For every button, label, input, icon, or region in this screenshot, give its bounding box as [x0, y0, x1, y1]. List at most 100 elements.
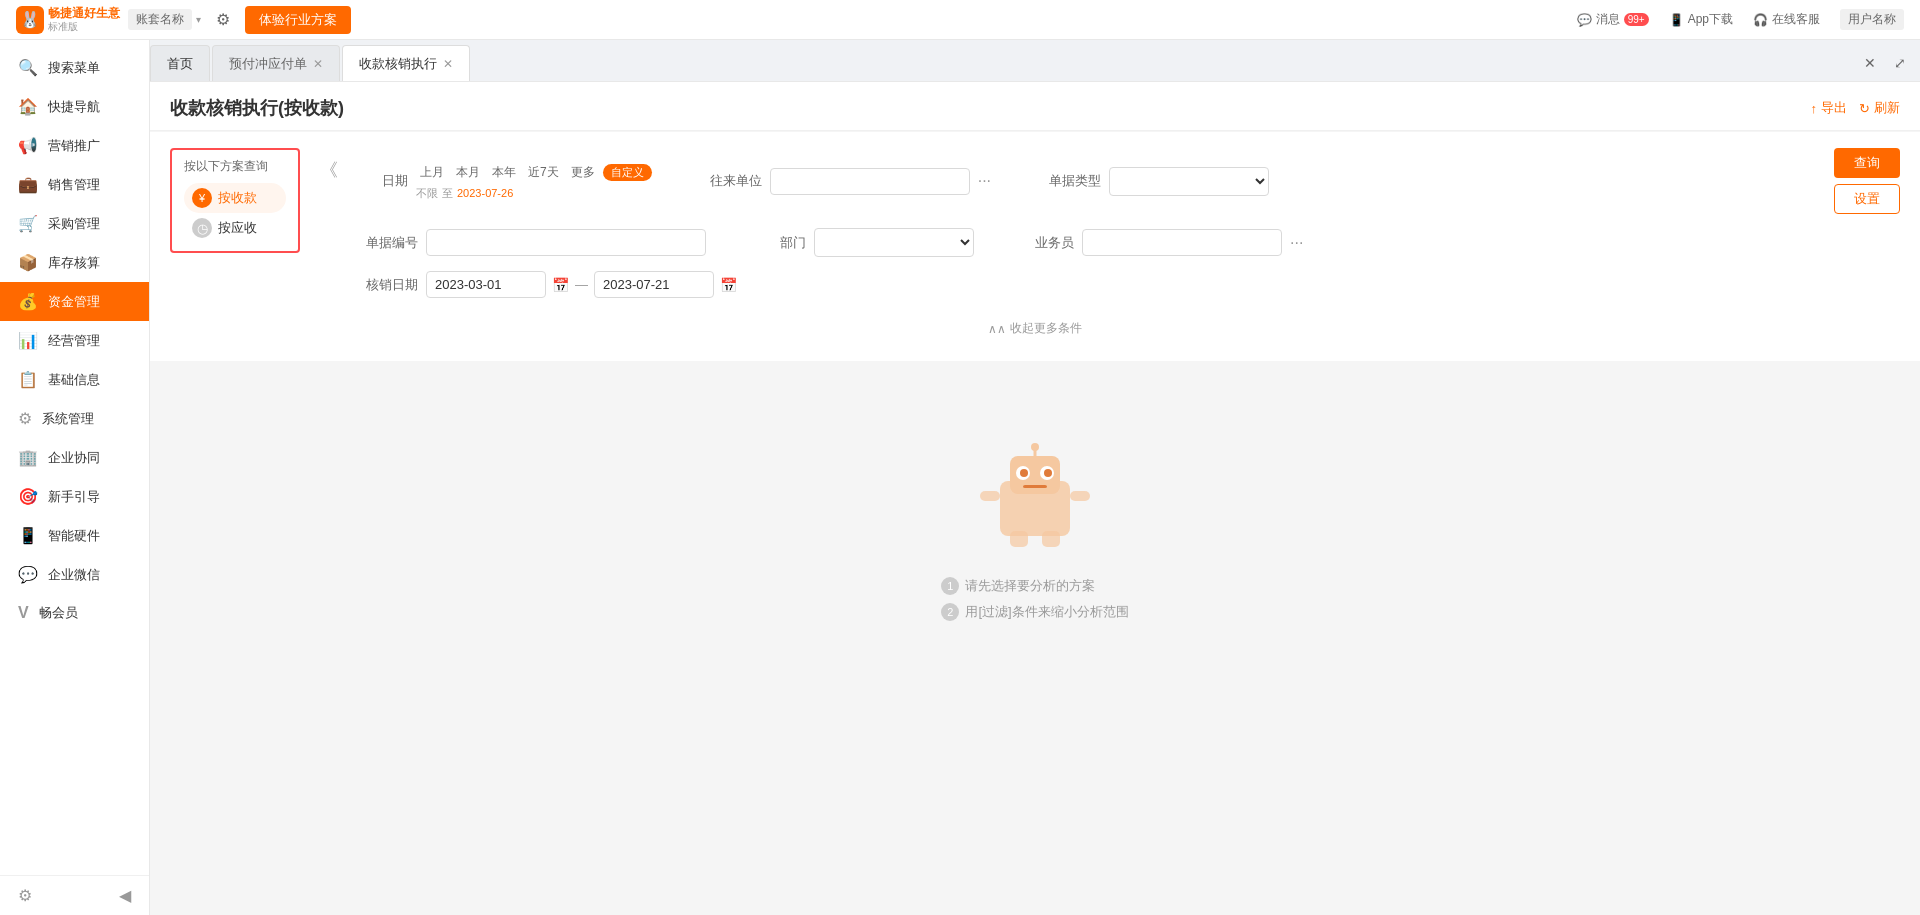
svg-point-4	[1020, 469, 1028, 477]
header-left: 🐰 畅捷通好生意 标准版 账套名称 ▾ ⚙ 体验行业方案	[16, 6, 351, 34]
bill-number-label: 单据编号	[358, 234, 418, 252]
gear-button[interactable]: ⚙	[209, 6, 237, 34]
footer-settings-icon[interactable]: ⚙	[18, 886, 32, 905]
sidebar-item-marketing[interactable]: 📢 营销推广	[0, 126, 149, 165]
collapse-more-icon: ∧∧	[988, 322, 1006, 336]
tab-prepay-label: 预付冲应付单	[229, 55, 307, 73]
verify-date-start-input[interactable]	[426, 271, 546, 298]
sidebar-item-finance[interactable]: 💰 资金管理	[0, 282, 149, 321]
tab-receipt-verify-close[interactable]: ✕	[443, 58, 453, 70]
svg-point-8	[1031, 443, 1039, 451]
sidebar-item-purchase[interactable]: 🛒 采购管理	[0, 204, 149, 243]
date-quick-options: 上月 本月 本年 近7天 更多 自定义	[416, 162, 652, 183]
date-opt-last-month[interactable]: 上月	[416, 162, 448, 183]
sidebar-footer: ⚙ ◀	[0, 875, 149, 915]
date-opt-7days[interactable]: 近7天	[524, 162, 563, 183]
export-button[interactable]: ↑ 导出	[1811, 99, 1848, 117]
sidebar-item-sales[interactable]: 💼 销售管理	[0, 165, 149, 204]
basic-info-icon: 📋	[18, 370, 38, 389]
page-title: 收款核销执行(按收款)	[170, 96, 344, 120]
query-button[interactable]: 查询	[1834, 148, 1900, 178]
purchase-icon: 🛒	[18, 214, 38, 233]
empty-hint-2: 2 用[过滤]条件来缩小分析范围	[941, 603, 1128, 621]
system-icon: ⚙	[18, 409, 32, 428]
account-name[interactable]: 账套名称	[128, 9, 192, 30]
bill-type-label: 单据类型	[1041, 172, 1101, 190]
sidebar-item-wechat[interactable]: 💬 企业微信	[0, 555, 149, 594]
bill-type-select[interactable]	[1109, 167, 1269, 196]
tab-receipt-verify[interactable]: 收款核销执行 ✕	[342, 45, 470, 81]
date-opt-this-year[interactable]: 本年	[488, 162, 520, 183]
page-content: 收款核销执行(按收款) ↑ 导出 ↻ 刷新 按以	[150, 82, 1920, 915]
staff-input[interactable]	[1082, 229, 1282, 256]
app-logo: 🐰 畅捷通好生意 标准版	[16, 6, 120, 34]
inventory-icon: 📦	[18, 253, 38, 272]
sidebar-item-search[interactable]: 🔍 搜索菜单	[0, 48, 149, 87]
search-icon: 🔍	[18, 58, 38, 77]
date-unlimit-label: 不限	[416, 186, 438, 201]
verify-date-field: 核销日期 📅 — 📅	[358, 271, 737, 298]
message-action[interactable]: 💬 消息 99+	[1577, 11, 1649, 28]
filter-option-by-receipt[interactable]: ¥ 按收款	[184, 183, 286, 213]
receivable-option-icon: ◷	[192, 218, 212, 238]
sidebar-item-quick-nav[interactable]: 🏠 快捷导航	[0, 87, 149, 126]
tab-bar-actions: ✕ ⤢	[1858, 51, 1912, 75]
svg-point-5	[1044, 469, 1052, 477]
refresh-button[interactable]: ↻ 刷新	[1859, 99, 1900, 117]
online-service-action[interactable]: 🎧 在线客服	[1753, 11, 1820, 28]
sidebar-item-enterprise[interactable]: 🏢 企业协同	[0, 438, 149, 477]
verify-date-end-input[interactable]	[594, 271, 714, 298]
calendar-start-icon[interactable]: 📅	[552, 277, 569, 293]
filter-collapse-btn[interactable]: 《	[316, 158, 342, 182]
user-avatar[interactable]: 用户名称	[1840, 9, 1904, 30]
bill-number-field: 单据编号	[358, 229, 706, 256]
date-opt-this-month[interactable]: 本月	[452, 162, 484, 183]
verify-date-label: 核销日期	[358, 276, 418, 294]
collapse-more-btn[interactable]: ∧∧ 收起更多条件	[170, 312, 1900, 345]
content-area: 首页 预付冲应付单 ✕ 收款核销执行 ✕ ✕ ⤢ 收款核销执行(按收款)	[150, 40, 1920, 915]
tab-close-all-btn[interactable]: ✕	[1858, 51, 1882, 75]
sidebar-item-operation[interactable]: 📊 经营管理	[0, 321, 149, 360]
dept-select[interactable]	[814, 228, 974, 257]
chevron-down-icon[interactable]: ▾	[196, 14, 201, 25]
svg-rect-10	[1070, 491, 1090, 501]
bill-number-input[interactable]	[426, 229, 706, 256]
guide-icon: 🎯	[18, 487, 38, 506]
filter-panel: 按以下方案查询 ¥ 按收款 ◷ 按应收 《	[150, 132, 1920, 361]
staff-dots[interactable]: ···	[1290, 234, 1303, 252]
trading-unit-input[interactable]	[770, 168, 970, 195]
header-account[interactable]: 账套名称 ▾	[128, 9, 201, 30]
tab-home[interactable]: 首页	[150, 45, 210, 81]
export-icon: ↑	[1811, 101, 1818, 116]
tab-expand-btn[interactable]: ⤢	[1888, 51, 1912, 75]
sidebar-item-basic-info[interactable]: 📋 基础信息	[0, 360, 149, 399]
trading-unit-dots[interactable]: ···	[978, 172, 991, 190]
sidebar-item-guide[interactable]: 🎯 新手引导	[0, 477, 149, 516]
logo-text: 畅捷通好生意 标准版	[48, 6, 120, 32]
date-opt-more[interactable]: 更多	[567, 162, 599, 183]
date-opt-custom[interactable]: 自定义	[603, 164, 652, 181]
message-icon: 💬	[1577, 13, 1592, 27]
service-icon: 🎧	[1753, 13, 1768, 27]
calendar-end-icon[interactable]: 📅	[720, 277, 737, 293]
sidebar-item-inventory[interactable]: 📦 库存核算	[0, 243, 149, 282]
sidebar-item-system[interactable]: ⚙ 系统管理	[0, 399, 149, 438]
sidebar-item-hardware[interactable]: 📱 智能硬件	[0, 516, 149, 555]
tab-prepay-close[interactable]: ✕	[313, 58, 323, 70]
app-download-action[interactable]: 📱 App下载	[1669, 11, 1733, 28]
sidebar-collapse-icon[interactable]: ◀	[119, 886, 131, 905]
filter-option-by-receivable[interactable]: ◷ 按应收	[184, 213, 286, 243]
collapse-more-label: 收起更多条件	[1010, 320, 1082, 337]
sidebar-item-member[interactable]: V 畅会员	[0, 594, 149, 632]
filter-main-row: 按以下方案查询 ¥ 按收款 ◷ 按应收 《	[170, 148, 1900, 298]
top-header: 🐰 畅捷通好生意 标准版 账套名称 ▾ ⚙ 体验行业方案 💬 消息 99+ 📱 …	[0, 0, 1920, 40]
tab-prepay[interactable]: 预付冲应付单 ✕	[212, 45, 340, 81]
operation-icon: 📊	[18, 331, 38, 350]
filter-row-2: 单据编号 部门 业务员	[358, 228, 1900, 257]
settings-button[interactable]: 设置	[1834, 184, 1900, 214]
industry-button[interactable]: 体验行业方案	[245, 6, 351, 34]
receipt-option-label: 按收款	[218, 189, 257, 207]
trading-unit-field: 往来单位 ···	[702, 168, 991, 195]
date-end-value: 2023-07-26	[457, 187, 513, 199]
refresh-icon: ↻	[1859, 101, 1870, 116]
